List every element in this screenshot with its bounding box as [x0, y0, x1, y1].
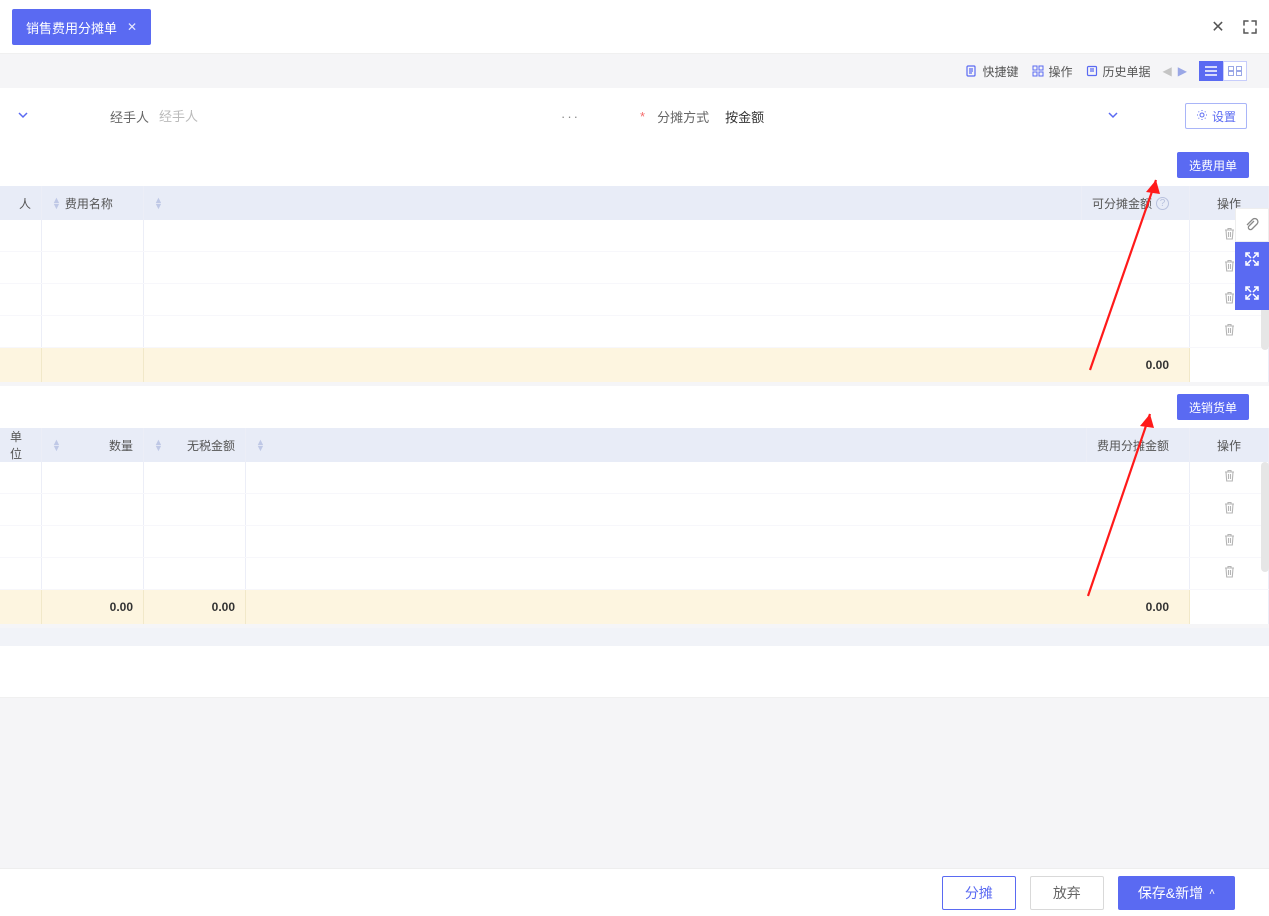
nav-next-icon[interactable]: ▶: [1178, 64, 1187, 78]
save-new-button[interactable]: 保存&新增 ˄: [1118, 876, 1235, 910]
view-list-icon[interactable]: [1199, 61, 1223, 81]
gear-icon: [1196, 109, 1208, 124]
sort-icon[interactable]: ▲▼: [154, 439, 163, 451]
fullscreen-icon[interactable]: [1241, 18, 1259, 36]
chevron-down-icon[interactable]: [1106, 108, 1120, 125]
sort-icon[interactable]: ▲▼: [256, 439, 265, 451]
required-mark: *: [640, 109, 645, 124]
trash-icon[interactable]: [1223, 501, 1236, 518]
trash-icon[interactable]: [1223, 227, 1236, 244]
chevron-up-icon: ˄: [1209, 887, 1215, 898]
sort-icon[interactable]: ▲▼: [154, 197, 163, 209]
col-allocable-amount: 可分摊金额: [1092, 195, 1152, 212]
table-row: [0, 526, 1269, 558]
col-qty: 数量: [65, 437, 133, 454]
select-sales-button[interactable]: 选销货单: [1177, 394, 1249, 420]
toolbar-operate[interactable]: 操作: [1031, 63, 1073, 80]
trash-icon[interactable]: [1223, 259, 1236, 276]
history-icon: [1085, 64, 1099, 78]
clipboard-icon: [964, 64, 978, 78]
sort-icon[interactable]: ▲▼: [52, 439, 61, 451]
col-ops-2: 操作: [1217, 437, 1241, 454]
trash-icon[interactable]: [1223, 291, 1236, 308]
col-alloc-amount: 费用分摊金额: [1097, 437, 1169, 454]
remark-area[interactable]: [0, 646, 1269, 698]
allocate-button[interactable]: 分摊: [942, 876, 1016, 910]
attachment-icon[interactable]: [1235, 208, 1269, 242]
chevron-down-icon[interactable]: [16, 108, 30, 125]
method-label: 分摊方式: [657, 107, 709, 126]
table-row: [0, 316, 1269, 348]
total-qty: 0.00: [110, 600, 133, 614]
more-icon[interactable]: ···: [561, 109, 580, 124]
trash-icon[interactable]: [1223, 565, 1236, 582]
settings-button[interactable]: 设置: [1185, 103, 1247, 129]
nav-prev-icon[interactable]: ◀: [1163, 64, 1172, 78]
table-row: [0, 252, 1269, 284]
toolbar-history[interactable]: 历史单据: [1085, 63, 1151, 80]
discard-button[interactable]: 放弃: [1030, 876, 1104, 910]
col-partial-1: 人: [19, 195, 31, 212]
table-total-row: 0.00: [0, 348, 1269, 382]
col-unit: 单位: [10, 428, 31, 462]
trash-icon[interactable]: [1223, 323, 1236, 340]
table-row: [0, 462, 1269, 494]
handler-input[interactable]: [157, 102, 590, 130]
scrollbar[interactable]: [1261, 462, 1269, 572]
sort-icon[interactable]: ▲▼: [52, 197, 61, 209]
col-expense-name: 费用名称: [65, 195, 113, 212]
total-alloc: 0.00: [1146, 600, 1169, 614]
close-icon[interactable]: ✕: [1209, 18, 1227, 36]
trash-icon[interactable]: [1223, 469, 1236, 486]
col-notax: 无税金额: [167, 437, 235, 454]
view-card-icon[interactable]: [1223, 61, 1247, 81]
tab-active[interactable]: 销售费用分摊单 ✕: [12, 9, 151, 45]
total-amount-1: 0.00: [1146, 358, 1169, 372]
help-icon[interactable]: ?: [1156, 197, 1169, 210]
table-row: [0, 284, 1269, 316]
toolbar-shortcut[interactable]: 快捷键: [964, 63, 1018, 80]
handler-label: 经手人: [110, 107, 149, 126]
table-row: [0, 494, 1269, 526]
expand-out-icon[interactable]: [1235, 242, 1269, 276]
select-expense-button[interactable]: 选费用单: [1177, 152, 1249, 178]
table-row: [0, 558, 1269, 590]
tab-title: 销售费用分摊单: [26, 18, 117, 37]
grid-icon: [1031, 64, 1045, 78]
total-notax: 0.00: [212, 600, 235, 614]
expand-out-icon[interactable]: [1235, 276, 1269, 310]
method-value[interactable]: 按金额: [725, 107, 764, 126]
tab-close-icon[interactable]: ✕: [127, 20, 137, 34]
table-total-row: 0.00 0.00 0.00: [0, 590, 1269, 624]
table-row: [0, 220, 1269, 252]
trash-icon[interactable]: [1223, 533, 1236, 550]
